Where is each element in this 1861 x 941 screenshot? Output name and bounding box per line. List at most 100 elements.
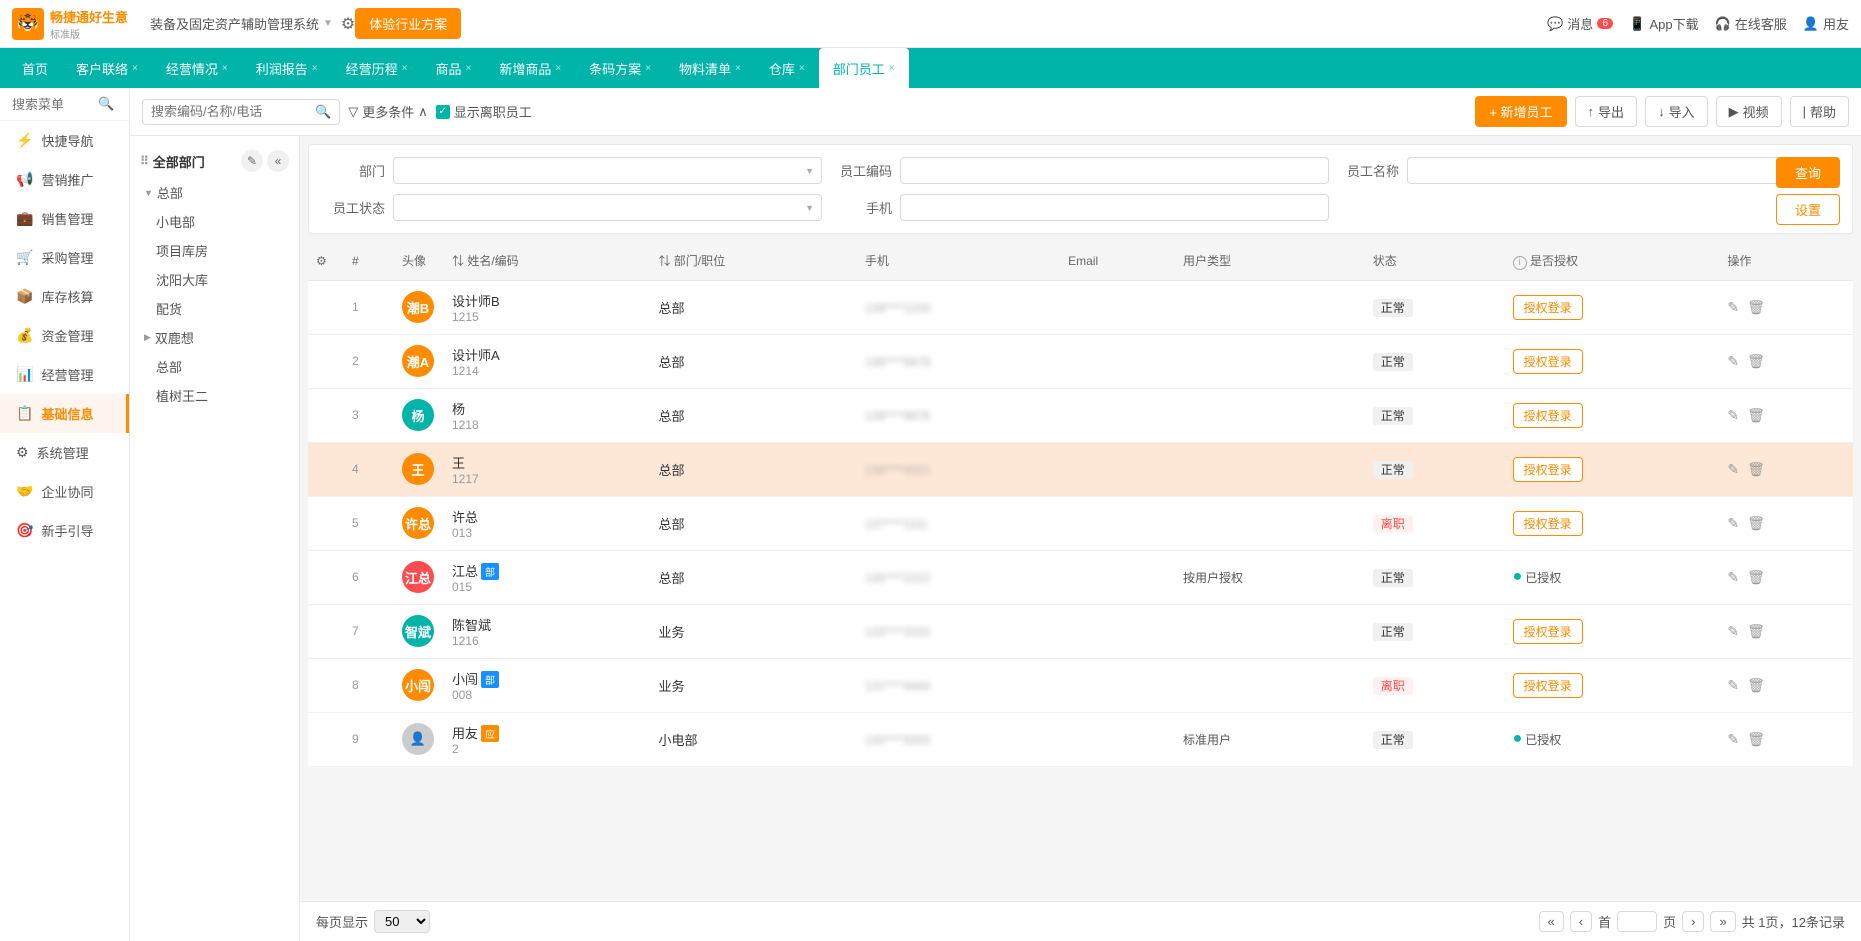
- tab-add-goods-close[interactable]: ×: [555, 63, 561, 74]
- prev-page-btn[interactable]: ‹: [1570, 911, 1592, 932]
- last-page-btn[interactable]: »: [1710, 911, 1735, 932]
- online-service-btn[interactable]: 🎧 在线客服: [1715, 14, 1787, 33]
- all-dept-btn[interactable]: ⠿ 全部部门: [140, 152, 205, 171]
- tab-add-goods[interactable]: 新增商品×: [485, 48, 575, 88]
- col-settings[interactable]: ⚙: [308, 242, 344, 280]
- name-input[interactable]: [1407, 157, 1836, 184]
- tab-history[interactable]: 经营历程×: [332, 48, 422, 88]
- tab-customer-close[interactable]: ×: [132, 63, 138, 74]
- sidebar-item-sales[interactable]: 💼 销售管理: [0, 199, 129, 238]
- page-size-select[interactable]: 50 100: [374, 910, 430, 933]
- tab-barcode-close[interactable]: ×: [645, 63, 651, 74]
- dept-tree-item-zhao-wang[interactable]: 植树王二: [130, 381, 299, 410]
- tab-profit[interactable]: 利润报告×: [242, 48, 332, 88]
- auth-login-btn[interactable]: 授权登录: [1513, 349, 1583, 374]
- auth-info-icon[interactable]: i: [1513, 256, 1527, 270]
- delete-btn[interactable]: 🗑: [1747, 353, 1765, 370]
- delete-btn[interactable]: 🗑: [1747, 299, 1765, 316]
- tab-barcode[interactable]: 条码方案×: [575, 48, 665, 88]
- auth-login-btn[interactable]: 授权登录: [1513, 511, 1583, 536]
- tab-profit-report-close[interactable]: ×: [222, 63, 228, 74]
- status-select[interactable]: [393, 194, 822, 221]
- col-name[interactable]: ⇅ 姓名/编码: [444, 242, 650, 280]
- edit-btn[interactable]: ✎: [1727, 569, 1739, 586]
- dept-tree-item-zongbu[interactable]: 总部: [130, 352, 299, 381]
- tab-staff[interactable]: 部门员工×: [819, 48, 909, 88]
- delete-btn[interactable]: 🗑: [1747, 623, 1765, 640]
- tab-home[interactable]: 首页: [8, 48, 62, 88]
- experience-button[interactable]: 体验行业方案: [355, 8, 461, 39]
- sidebar-item-operation[interactable]: 📊 经营管理: [0, 355, 129, 394]
- show-disabled-checkbox[interactable]: ✓: [436, 105, 450, 119]
- dept-tree-item-peihuo[interactable]: 配货: [130, 294, 299, 323]
- tab-material-close[interactable]: ×: [735, 63, 741, 74]
- search-menu-icon[interactable]: 🔍: [98, 96, 114, 112]
- tab-warehouse-close[interactable]: ×: [799, 63, 805, 74]
- sidebar-item-cooperation[interactable]: 🤝 企业协同: [0, 472, 129, 511]
- set-button[interactable]: 设置: [1776, 194, 1840, 225]
- sidebar-item-finance[interactable]: 💰 资金管理: [0, 316, 129, 355]
- edit-btn[interactable]: ✎: [1727, 299, 1739, 316]
- delete-btn[interactable]: 🗑: [1747, 407, 1765, 424]
- next-page-btn[interactable]: ›: [1682, 911, 1704, 932]
- dept-tree-item-small-elec[interactable]: 小电部: [130, 207, 299, 236]
- auth-login-btn[interactable]: 授权登录: [1513, 619, 1583, 644]
- sidebar-item-quick-nav[interactable]: ⚡ 快捷导航: [0, 121, 129, 160]
- phone-input[interactable]: [900, 194, 1329, 221]
- col-dept[interactable]: ⇅ 部门/职位: [650, 242, 856, 280]
- edit-btn[interactable]: ✎: [1727, 353, 1739, 370]
- video-button[interactable]: ▶ 视频: [1716, 96, 1782, 127]
- delete-btn[interactable]: 🗑: [1747, 569, 1765, 586]
- show-disabled-toggle[interactable]: ✓ 显示离职员工: [436, 102, 532, 121]
- dept-select[interactable]: [393, 157, 822, 184]
- tab-staff-close[interactable]: ×: [889, 63, 895, 74]
- search-input[interactable]: [151, 104, 311, 119]
- delete-btn[interactable]: 🗑: [1747, 731, 1765, 748]
- delete-btn[interactable]: 🗑: [1747, 515, 1765, 532]
- tab-goods-close[interactable]: ×: [465, 63, 471, 74]
- collapse-dept-btn[interactable]: «: [267, 150, 289, 172]
- delete-btn[interactable]: 🗑: [1747, 677, 1765, 694]
- add-employee-button[interactable]: + 新增员工: [1475, 96, 1566, 127]
- sidebar-item-system[interactable]: ⚙ 系统管理: [0, 433, 129, 472]
- edit-dept-btn[interactable]: ✎: [241, 150, 263, 172]
- first-page-btn[interactable]: «: [1539, 911, 1564, 932]
- auth-login-btn[interactable]: 授权登录: [1513, 295, 1583, 320]
- tab-profit-report[interactable]: 经营情况×: [152, 48, 242, 88]
- help-button[interactable]: | 帮助: [1790, 96, 1849, 127]
- auth-login-btn[interactable]: 授权登录: [1513, 457, 1583, 482]
- edit-btn[interactable]: ✎: [1727, 461, 1739, 478]
- dept-tree-item-shuangji[interactable]: ▶ 双鹿想: [130, 323, 299, 352]
- dept-tree-item-shenyang[interactable]: 沈阳大库: [130, 265, 299, 294]
- sidebar-item-purchase[interactable]: 🛒 采购管理: [0, 238, 129, 277]
- import-button[interactable]: ↓ 导入: [1645, 96, 1708, 127]
- search-menu-input[interactable]: [12, 97, 92, 112]
- tab-history-close[interactable]: ×: [402, 63, 408, 74]
- auth-login-btn[interactable]: 授权登录: [1513, 673, 1583, 698]
- tab-goods[interactable]: 商品×: [421, 48, 485, 88]
- tab-customer[interactable]: 客户联络×: [62, 48, 152, 88]
- sidebar-item-guide[interactable]: 🎯 新手引导: [0, 511, 129, 550]
- edit-btn[interactable]: ✎: [1727, 623, 1739, 640]
- dept-tree-item-project[interactable]: 项目库房: [130, 236, 299, 265]
- export-button[interactable]: ↑ 导出: [1575, 96, 1638, 127]
- delete-btn[interactable]: 🗑: [1747, 461, 1765, 478]
- more-filter-btn[interactable]: ▽ 更多条件 ∧: [348, 102, 428, 121]
- system-title-dropdown[interactable]: ▼: [323, 18, 333, 29]
- search-icon[interactable]: 🔍: [315, 104, 331, 120]
- user-btn[interactable]: 👤 用友: [1803, 14, 1849, 33]
- sidebar-item-basic-info[interactable]: 📋 基础信息: [0, 394, 129, 433]
- search-button[interactable]: 查询: [1776, 157, 1840, 188]
- edit-btn[interactable]: ✎: [1727, 731, 1739, 748]
- edit-btn[interactable]: ✎: [1727, 677, 1739, 694]
- dept-tree-item-general[interactable]: ▼ 总部: [130, 178, 299, 207]
- edit-btn[interactable]: ✎: [1727, 407, 1739, 424]
- page-input[interactable]: 1: [1617, 911, 1657, 932]
- tab-profit-close[interactable]: ×: [312, 63, 318, 74]
- tab-warehouse[interactable]: 仓库×: [755, 48, 819, 88]
- tab-material[interactable]: 物料清单×: [665, 48, 755, 88]
- gear-icon[interactable]: ⚙: [341, 14, 355, 34]
- message-btn[interactable]: 💬 消息 6: [1547, 14, 1613, 33]
- app-download-btn[interactable]: 📱 App下载: [1629, 14, 1698, 33]
- sidebar-item-inventory[interactable]: 📦 库存核算: [0, 277, 129, 316]
